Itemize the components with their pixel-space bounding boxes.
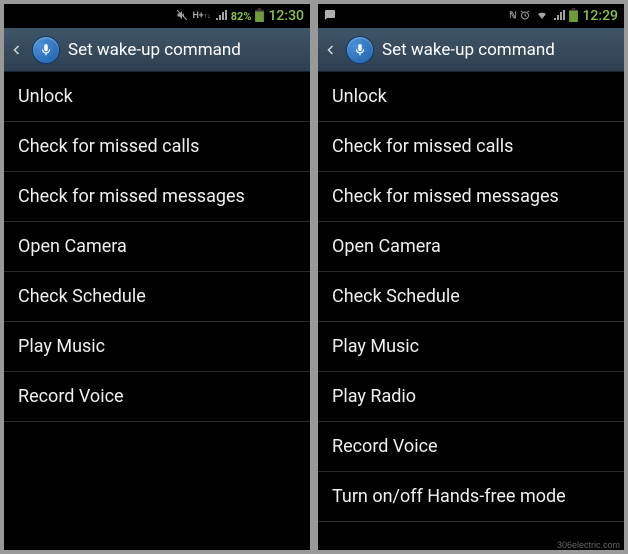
status-bar: H+↑↓ 82% 12:30	[4, 4, 310, 28]
mute-icon	[176, 9, 188, 24]
wifi-icon	[535, 9, 549, 24]
battery-percent: 82%	[231, 10, 252, 23]
voice-icon[interactable]	[346, 36, 374, 64]
list-item[interactable]: Check Schedule	[4, 272, 310, 322]
page-title: Set wake-up command	[382, 40, 555, 60]
list-item[interactable]: Open Camera	[318, 222, 624, 272]
h-plus-icon: H+↑↓	[192, 11, 210, 21]
battery-icon	[569, 8, 578, 25]
nfc-icon: ℕ	[509, 11, 515, 21]
back-icon[interactable]	[10, 40, 24, 60]
page-title: Set wake-up command	[68, 40, 241, 60]
signal-icon	[553, 9, 565, 24]
list-item[interactable]: Play Music	[4, 322, 310, 372]
clock: 12:29	[582, 8, 618, 24]
list-item[interactable]: Record Voice	[318, 422, 624, 472]
list-item[interactable]: Check Schedule	[318, 272, 624, 322]
voice-icon[interactable]	[32, 36, 60, 64]
battery-icon	[255, 8, 264, 25]
list-item[interactable]: Play Music	[318, 322, 624, 372]
list-item[interactable]: Check for missed calls	[4, 122, 310, 172]
list-item[interactable]: Check for missed messages	[318, 172, 624, 222]
list-item[interactable]: Check for missed calls	[318, 122, 624, 172]
phone-left: H+↑↓ 82% 12:30 Set wake-up command Unloc…	[4, 4, 310, 550]
list-item[interactable]: Unlock	[318, 72, 624, 122]
clock: 12:30	[268, 8, 304, 24]
back-icon[interactable]	[324, 40, 338, 60]
list-item[interactable]: Record Voice	[4, 372, 310, 422]
title-bar: Set wake-up command	[4, 28, 310, 72]
command-list: UnlockCheck for missed callsCheck for mi…	[4, 72, 310, 550]
list-item[interactable]: Turn on/off Hands-free mode	[318, 472, 624, 522]
alarm-icon	[519, 9, 531, 24]
list-item[interactable]: Open Camera	[4, 222, 310, 272]
list-item[interactable]: Unlock	[4, 72, 310, 122]
list-item[interactable]: Play Radio	[318, 372, 624, 422]
chat-icon	[324, 9, 336, 24]
phone-right: ℕ 12:29 Set wake-up command UnlockCheck …	[318, 4, 624, 550]
command-list: UnlockCheck for missed callsCheck for mi…	[318, 72, 624, 550]
signal-icon	[215, 9, 227, 24]
title-bar: Set wake-up command	[318, 28, 624, 72]
list-item[interactable]: Check for missed messages	[4, 172, 310, 222]
status-bar: ℕ 12:29	[318, 4, 624, 28]
watermark: 306electric.com	[557, 540, 620, 550]
